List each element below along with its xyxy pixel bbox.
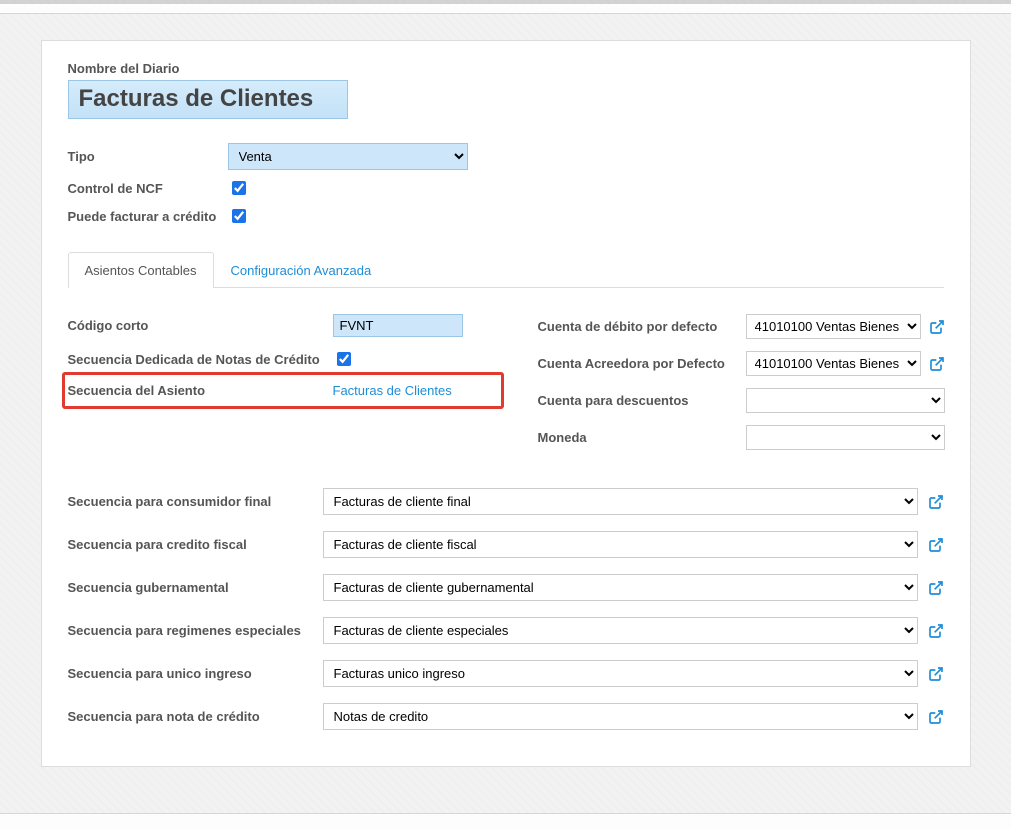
seq-consumidor-final-select[interactable]: Facturas de cliente final — [323, 488, 918, 515]
seq-notas-credito-checkbox[interactable] — [337, 352, 351, 366]
seq-regimenes-especiales-select[interactable]: Facturas de cliente especiales — [323, 617, 918, 644]
credito-label: Puede facturar a crédito — [68, 209, 228, 224]
seq-credito-fiscal-select[interactable]: Facturas de cliente fiscal — [323, 531, 918, 558]
control-ncf-checkbox[interactable] — [232, 181, 246, 195]
left-column: Código corto Secuencia Dedicada de Notas… — [68, 308, 498, 456]
seq-consumidor-final-label: Secuencia para consumidor final — [68, 494, 313, 509]
seq-nota-credito-select[interactable]: Notas de credito — [323, 703, 918, 730]
seq-asiento-link[interactable]: Facturas de Clientes — [333, 383, 498, 398]
cuenta-debito-label: Cuenta de débito por defecto — [538, 319, 738, 334]
window-toolbar-spacer — [0, 4, 1011, 14]
cuenta-debito-select[interactable]: 41010100 Ventas Bienes — [746, 314, 921, 339]
tipo-label: Tipo — [68, 149, 228, 164]
seq-asiento-highlight: Secuencia del Asiento Facturas de Client… — [62, 372, 504, 409]
window-top-shadow — [0, 0, 1011, 4]
seq-unico-ingreso-label: Secuencia para unico ingreso — [68, 666, 313, 681]
external-link-icon[interactable] — [928, 666, 944, 682]
tab-bar: Asientos Contables Configuración Avanzad… — [68, 252, 944, 288]
external-link-icon[interactable] — [928, 623, 944, 639]
journal-name-label: Nombre del Diario — [68, 61, 944, 76]
external-link-icon[interactable] — [929, 319, 945, 335]
journal-name-input[interactable]: Facturas de Clientes — [68, 80, 348, 119]
seq-notas-credito-label: Secuencia Dedicada de Notas de Crédito — [68, 352, 333, 367]
control-ncf-label: Control de NCF — [68, 181, 228, 196]
credito-checkbox[interactable] — [232, 209, 246, 223]
codigo-corto-input[interactable] — [333, 314, 463, 337]
seq-asiento-label: Secuencia del Asiento — [68, 383, 333, 398]
seq-nota-credito-label: Secuencia para nota de crédito — [68, 709, 313, 724]
external-link-icon[interactable] — [928, 580, 944, 596]
external-link-icon[interactable] — [928, 709, 944, 725]
seq-gubernamental-select[interactable]: Facturas de cliente gubernamental — [323, 574, 918, 601]
cuenta-acreedora-select[interactable]: 41010100 Ventas Bienes — [746, 351, 921, 376]
sequences-section: Secuencia para consumidor final Facturas… — [68, 480, 944, 738]
right-column: Cuenta de débito por defecto 41010100 Ve… — [538, 308, 945, 456]
form-sheet: Nombre del Diario Facturas de Clientes T… — [41, 40, 971, 767]
moneda-label: Moneda — [538, 430, 738, 445]
seq-regimenes-especiales-label: Secuencia para regimenes especiales — [68, 623, 313, 638]
tipo-select[interactable]: Venta — [228, 143, 468, 170]
external-link-icon[interactable] — [928, 537, 944, 553]
codigo-corto-label: Código corto — [68, 318, 333, 333]
cuenta-descuentos-select[interactable] — [746, 388, 945, 413]
seq-credito-fiscal-label: Secuencia para credito fiscal — [68, 537, 313, 552]
seq-gubernamental-label: Secuencia gubernamental — [68, 580, 313, 595]
tab-asientos-contables[interactable]: Asientos Contables — [68, 252, 214, 288]
external-link-icon[interactable] — [928, 494, 944, 510]
moneda-select[interactable] — [746, 425, 945, 450]
window-bottom-spacer — [0, 813, 1011, 829]
external-link-icon[interactable] — [929, 356, 945, 372]
tab-configuracion-avanzada[interactable]: Configuración Avanzada — [214, 252, 389, 288]
cuenta-descuentos-label: Cuenta para descuentos — [538, 393, 738, 408]
seq-unico-ingreso-select[interactable]: Facturas unico ingreso — [323, 660, 918, 687]
cuenta-acreedora-label: Cuenta Acreedora por Defecto — [538, 356, 738, 371]
